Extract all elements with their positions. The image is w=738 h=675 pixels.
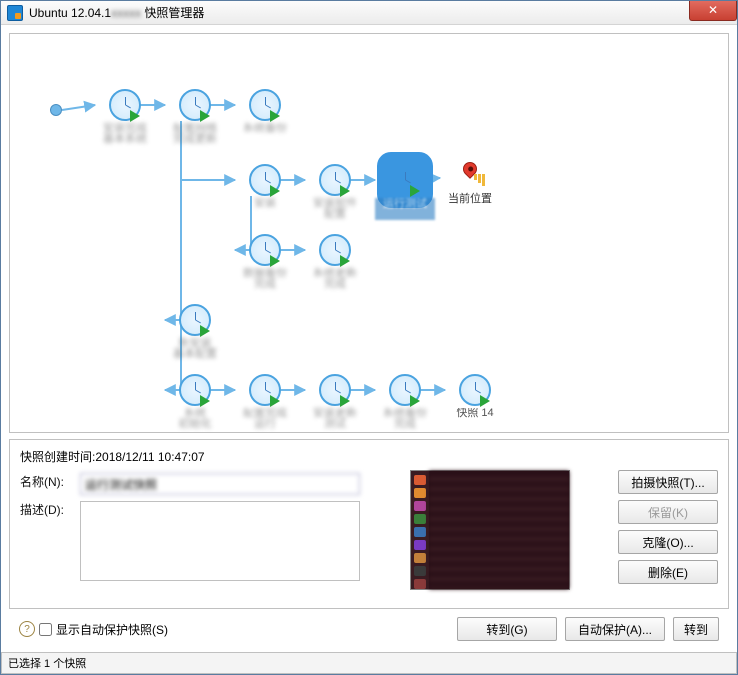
take-snapshot-button[interactable]: 拍摄快照(T)... [618, 470, 718, 494]
snapshot-label: 安装完成 基本系统 [95, 123, 155, 145]
launcher-icon [414, 579, 426, 589]
snapshot-clock-icon [389, 374, 421, 406]
bottom-toolbar: ? 显示自动保护快照(S) 转到(G) 自动保护(A)... 转到 [9, 615, 729, 643]
snapshot-node[interactable]: 系统备份 [235, 89, 295, 145]
snapshot-node[interactable]: 安装完成 基本系统 [95, 89, 155, 145]
snapshot-clock-icon [249, 234, 281, 266]
name-label: 名称(N): [20, 473, 80, 490]
snapshot-node[interactable]: 安装更新 测试 [305, 374, 365, 430]
titlebar[interactable]: Ubuntu 12.04.1xxxxx 快照管理器 ✕ [1, 1, 737, 25]
snapshot-clock-icon [179, 304, 211, 336]
snapshot-clock-icon [389, 164, 421, 196]
app-icon [7, 5, 23, 21]
thumbnail-body [429, 471, 569, 589]
snapshot-label: 系统 初始化 [165, 408, 225, 430]
snapshot-tree-pane[interactable]: 安装完成 基本系统配置网络 完成更新系统备份安装安装软件 配置运行测试当前位置数… [9, 33, 729, 433]
snapshot-clock-icon [109, 89, 141, 121]
snapshot-clock-icon [179, 374, 211, 406]
status-bar: 已选择 1 个快照 [1, 652, 737, 674]
snapshot-node[interactable]: 安装软件 配置 [305, 164, 365, 220]
show-autoprotect-label: 显示自动保护快照(S) [56, 621, 168, 638]
launcher-icon [414, 566, 426, 576]
snapshot-clock-icon [319, 374, 351, 406]
show-autoprotect-checkbox[interactable] [39, 623, 52, 636]
snapshot-node[interactable]: 系统 初始化 [165, 374, 225, 430]
snapshot-label: 安装软件 配置 [305, 198, 365, 220]
tree-root[interactable] [50, 104, 62, 116]
snapshot-clock-icon [249, 374, 281, 406]
thumbnail-launcher [411, 471, 429, 589]
snapshot-label: 快照 14 [445, 408, 505, 430]
snapshot-node[interactable]: 快照 14 [445, 374, 505, 430]
snapshot-clock-icon [319, 234, 351, 266]
pin-icon [461, 162, 479, 190]
snapshot-node[interactable]: 系统备份 完成 [375, 374, 435, 430]
snapshot-label: 系统备份 完成 [375, 408, 435, 430]
launcher-icon [414, 540, 426, 550]
launcher-icon [414, 488, 426, 498]
current-location-label: 当前位置 [440, 190, 500, 206]
current-location-marker[interactable]: 当前位置 [440, 162, 500, 206]
snapshot-clock-icon [179, 89, 211, 121]
snapshot-node[interactable]: 数据备份 完成 [235, 234, 295, 290]
snapshot-label: 配置网络 完成更新 [165, 123, 225, 145]
autoprotect-button[interactable]: 自动保护(A)... [565, 617, 665, 641]
snapshot-node[interactable]: 配置完成 运行 [235, 374, 295, 430]
snapshot-node[interactable]: 系统更新 完成 [305, 234, 365, 290]
launcher-icon [414, 514, 426, 524]
delete-button[interactable]: 删除(E) [618, 560, 718, 584]
launcher-icon [414, 475, 426, 485]
snapshot-details-panel: 快照创建时间:2018/12/11 10:47:07 名称(N): 描述(D):… [9, 439, 729, 609]
launcher-icon [414, 501, 426, 511]
snapshot-label: 安装 [235, 198, 295, 220]
snapshot-node[interactable]: 运行测试 [375, 164, 435, 220]
description-label: 描述(D): [20, 501, 80, 518]
snapshot-clock-icon [459, 374, 491, 406]
goto-right-button[interactable]: 转到 [673, 617, 719, 641]
snapshot-manager-window: Ubuntu 12.04.1xxxxx 快照管理器 ✕ 安装完成 基本系统配置网… [0, 0, 738, 675]
launcher-icon [414, 527, 426, 537]
created-time-label: 快照创建时间:2018/12/11 10:47:07 [20, 448, 718, 465]
close-button[interactable]: ✕ [689, 1, 737, 21]
snapshot-name-input[interactable] [80, 473, 360, 495]
snapshot-node[interactable]: 新安装 基本配置 [165, 304, 225, 360]
keep-button[interactable]: 保留(K) [618, 500, 718, 524]
action-buttons-column: 拍摄快照(T)... 保留(K) 克隆(O)... 删除(E) [618, 470, 718, 584]
snapshot-label: 安装更新 测试 [305, 408, 365, 430]
snapshot-clock-icon [249, 89, 281, 121]
snapshot-label: 数据备份 完成 [235, 268, 295, 290]
window-title: Ubuntu 12.04.1xxxxx 快照管理器 [29, 4, 204, 21]
snapshot-label: 新安装 基本配置 [165, 338, 225, 360]
content-area: 安装完成 基本系统配置网络 完成更新系统备份安装安装软件 配置运行测试当前位置数… [1, 25, 737, 651]
goto-button[interactable]: 转到(G) [457, 617, 557, 641]
help-icon[interactable]: ? [19, 621, 35, 637]
snapshot-label: 系统备份 [235, 123, 295, 145]
snapshot-label: 运行测试 [375, 198, 435, 220]
snapshot-description-input[interactable] [80, 501, 360, 581]
snapshot-node[interactable]: 配置网络 完成更新 [165, 89, 225, 145]
snapshot-label: 配置完成 运行 [235, 408, 295, 430]
snapshot-node[interactable]: 安装 [235, 164, 295, 220]
clone-button[interactable]: 克隆(O)... [618, 530, 718, 554]
snapshot-label: 系统更新 完成 [305, 268, 365, 290]
snapshot-thumbnail [410, 470, 570, 590]
snapshot-clock-icon [249, 164, 281, 196]
snapshot-clock-icon [319, 164, 351, 196]
launcher-icon [414, 553, 426, 563]
